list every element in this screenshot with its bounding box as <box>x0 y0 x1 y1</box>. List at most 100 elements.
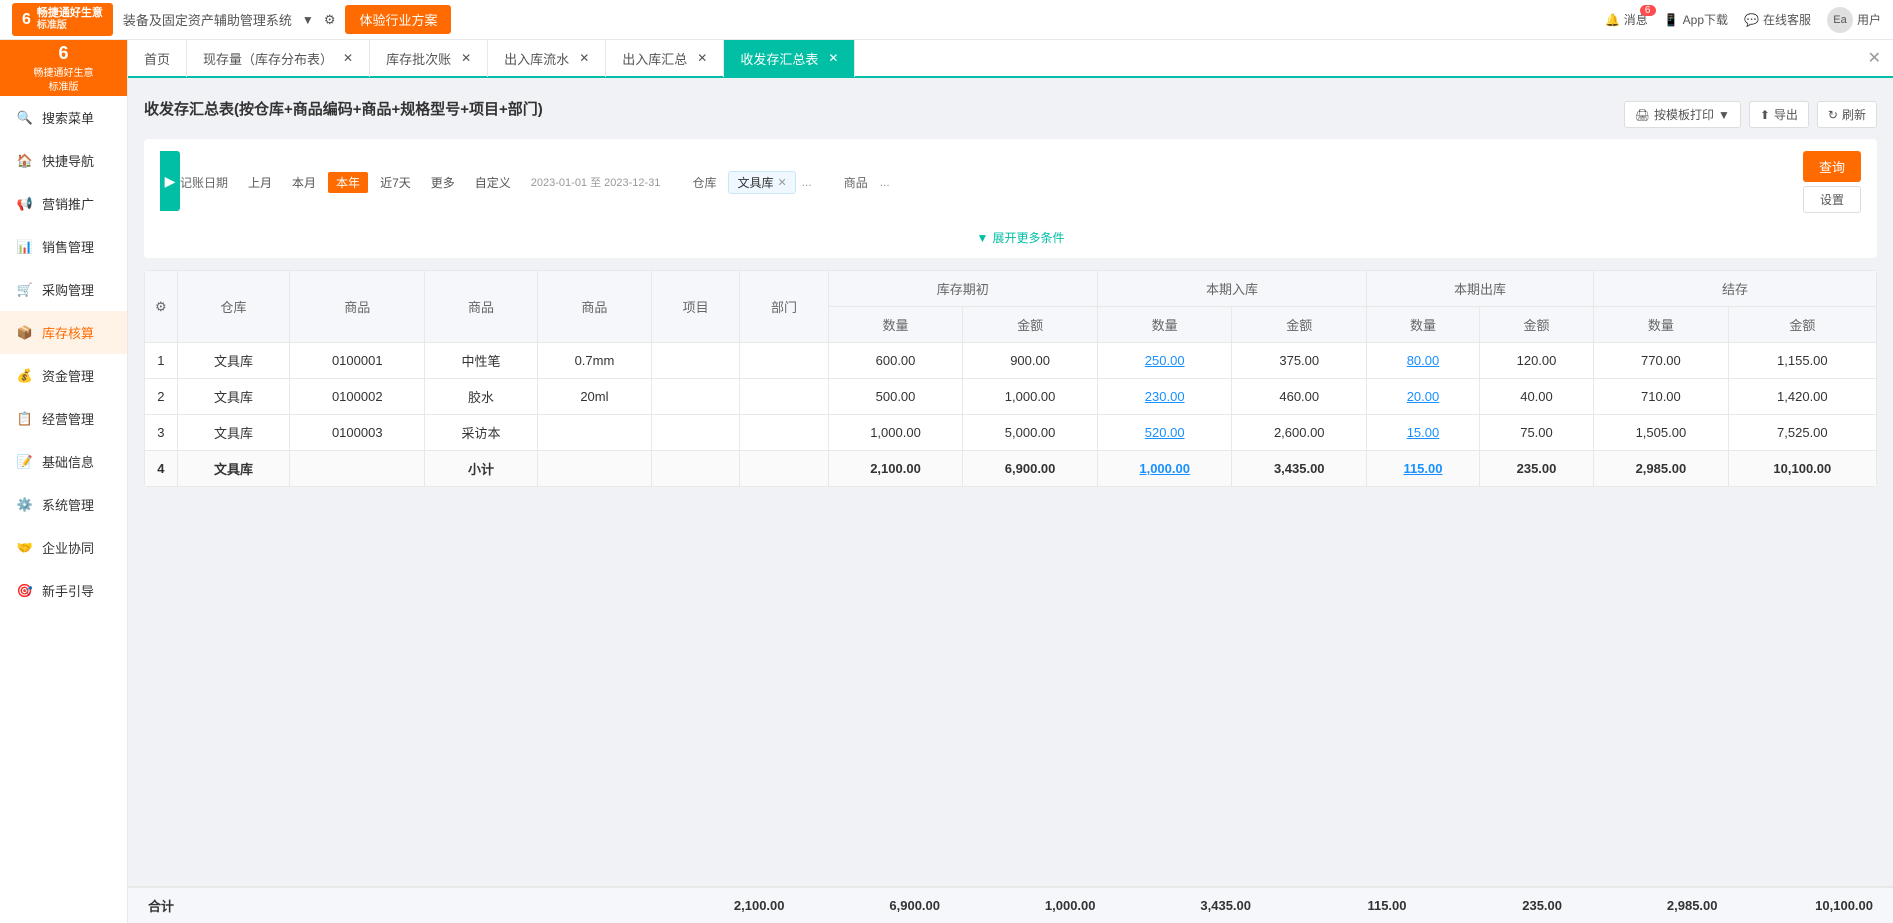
row3-closing-qty: 1,505.00 <box>1594 415 1729 451</box>
row2-out-qty[interactable]: 20.00 <box>1367 379 1480 415</box>
service-icon: 💬 <box>1744 13 1759 27</box>
sidebar-item-search[interactable]: 🔍 搜索菜单 <box>0 96 127 139</box>
tab-inout-flow[interactable]: 出入库流水 ✕ <box>488 40 606 77</box>
experience-btn[interactable]: 体验行业方案 <box>345 5 451 34</box>
notifications[interactable]: 🔔 6 消息 <box>1605 11 1647 28</box>
date-btn-custom[interactable]: 自定义 <box>467 172 519 193</box>
app-download[interactable]: 📱 App下载 <box>1664 11 1728 28</box>
th-closing: 结存 <box>1594 271 1877 307</box>
table-row-subtotal: 4 文具库 小计 2,100.00 6,900.00 1,000.00 <box>145 451 1877 487</box>
date-btn-this-month[interactable]: 本月 <box>284 172 324 193</box>
out-qty-link-2[interactable]: 20.00 <box>1407 389 1440 404</box>
expand-btn[interactable]: ▼ 展开更多条件 <box>977 229 1065 246</box>
sidebar-item-guide[interactable]: 🎯 新手引导 <box>0 569 127 612</box>
in-qty-link-3[interactable]: 520.00 <box>1145 425 1185 440</box>
warehouse-tag-close[interactable]: ✕ <box>777 176 786 189</box>
row2-code: 0100002 <box>290 379 425 415</box>
tab-bar: 首页 现存量（库存分布表） ✕ 库存批次账 ✕ 出入库流水 ✕ 出入库汇总 ✕ <box>128 40 1893 78</box>
total-opening-amt2: 6,900.00 <box>785 898 941 913</box>
row1-opening-amt: 900.00 <box>963 343 1098 379</box>
tab-bar-close-all[interactable]: ✕ <box>1856 48 1893 68</box>
row4-out-qty[interactable]: 115.00 <box>1367 451 1480 487</box>
row3-project <box>652 415 740 451</box>
inventory-icon: 📦 <box>16 325 34 341</box>
warehouse-more-btn[interactable]: ... <box>802 175 812 189</box>
close-tab-inout-summary[interactable]: ✕ <box>697 51 707 65</box>
row1-opening-qty: 600.00 <box>828 343 963 379</box>
query-btn[interactable]: 查询 <box>1803 151 1861 182</box>
sidebar-item-finance[interactable]: 💰 资金管理 <box>0 354 127 397</box>
filter-expand: ▼ 展开更多条件 <box>180 229 1861 246</box>
close-tab-batch[interactable]: ✕ <box>461 51 471 65</box>
sidebar-item-quicknav[interactable]: 🏠 快捷导航 <box>0 139 127 182</box>
refresh-icon: ↻ <box>1828 108 1838 122</box>
sidebar-item-basic-info[interactable]: 📝 基础信息 <box>0 440 127 483</box>
th-opening-amt: 金额 <box>963 307 1098 343</box>
tab-inout-summary[interactable]: 出入库汇总 ✕ <box>606 40 724 77</box>
user-area[interactable]: Ea 用户 <box>1827 7 1881 33</box>
th-closing-amt: 金额 <box>1728 307 1876 343</box>
tab-receipt-summary[interactable]: 收发存汇总表 ✕ <box>724 40 855 77</box>
filter-toggle-arrow[interactable]: ▶ <box>160 151 180 211</box>
collab-icon: 🤝 <box>16 540 34 556</box>
sidebar-item-system[interactable]: ⚙️ 系统管理 <box>0 483 127 526</box>
out-qty-link-3[interactable]: 15.00 <box>1407 425 1440 440</box>
chevron-down-expand-icon: ▼ <box>977 231 989 245</box>
online-service[interactable]: 💬 在线客服 <box>1744 11 1811 28</box>
row1-no: 1 <box>145 343 178 379</box>
export-icon: ⬆ <box>1760 108 1770 122</box>
filter-settings-btn[interactable]: 设置 <box>1803 186 1861 213</box>
print-btn[interactable]: 🖨 按模板打印 ▼ <box>1624 101 1741 128</box>
out-qty-link-4[interactable]: 115.00 <box>1403 461 1442 476</box>
in-qty-link-4[interactable]: 1,000.00 <box>1139 461 1190 476</box>
sidebar-item-marketing[interactable]: 📢 营销推广 <box>0 182 127 225</box>
total-label: 合计 <box>138 896 318 915</box>
notification-count: 6 <box>1640 5 1656 16</box>
row3-in-qty[interactable]: 520.00 <box>1097 415 1232 451</box>
tab-stock-dist[interactable]: 现存量（库存分布表） ✕ <box>187 40 370 77</box>
sidebar-item-purchase[interactable]: 🛒 采购管理 <box>0 268 127 311</box>
in-qty-link-2[interactable]: 230.00 <box>1145 389 1185 404</box>
tab-batch[interactable]: 库存批次账 ✕ <box>370 40 488 77</box>
out-qty-link[interactable]: 80.00 <box>1407 353 1440 368</box>
sidebar-item-inventory[interactable]: 📦 库存核算 <box>0 311 127 354</box>
date-btn-last-month[interactable]: 上月 <box>240 172 280 193</box>
th-settings[interactable]: ⚙ <box>145 271 178 343</box>
in-qty-link[interactable]: 250.00 <box>1145 353 1185 368</box>
row1-warehouse: 文具库 <box>177 343 290 379</box>
sales-icon: 📊 <box>16 239 34 255</box>
row2-opening-qty: 500.00 <box>828 379 963 415</box>
close-tab-stock-dist[interactable]: ✕ <box>343 51 353 65</box>
row2-spec: 20ml <box>537 379 651 415</box>
row4-closing-qty: 2,985.00 <box>1594 451 1729 487</box>
sidebar-item-collab[interactable]: 🤝 企业协同 <box>0 526 127 569</box>
app-title: 畅捷通好生意 <box>37 7 103 20</box>
row2-in-qty[interactable]: 230.00 <box>1097 379 1232 415</box>
settings-btn[interactable]: ⚙ <box>324 12 336 28</box>
th-in-amt: 金额 <box>1232 307 1367 343</box>
row4-in-qty[interactable]: 1,000.00 <box>1097 451 1232 487</box>
tab-home[interactable]: 首页 <box>128 40 187 77</box>
row3-out-qty[interactable]: 15.00 <box>1367 415 1480 451</box>
export-btn[interactable]: ⬆ 导出 <box>1749 101 1809 128</box>
sidebar-item-operations[interactable]: 📋 经营管理 <box>0 397 127 440</box>
row4-warehouse: 文具库 <box>177 451 290 487</box>
app-logo: 6 畅捷通好生意 标准版 <box>12 3 113 36</box>
system-dropdown[interactable]: ▼ <box>302 13 314 27</box>
filter-actions: 查询 设置 <box>1803 151 1861 213</box>
close-tab-inout-flow[interactable]: ✕ <box>579 51 589 65</box>
goods-more-btn[interactable]: ... <box>880 175 890 189</box>
sidebar-item-sales[interactable]: 📊 销售管理 <box>0 225 127 268</box>
date-btn-more[interactable]: 更多 <box>423 172 463 193</box>
row1-out-qty[interactable]: 80.00 <box>1367 343 1480 379</box>
date-btn-7days[interactable]: 近7天 <box>372 172 419 193</box>
total-bar: 合计 2,100.00 6,900.00 1,000.00 3,435.00 1… <box>128 886 1893 923</box>
row4-in-amt: 3,435.00 <box>1232 451 1367 487</box>
data-table: ⚙ 仓库 商品 商品 商品 项目 部门 库存期初 本期入库 本期出库 结存 <box>144 270 1877 487</box>
row1-in-qty[interactable]: 250.00 <box>1097 343 1232 379</box>
refresh-btn[interactable]: ↻ 刷新 <box>1817 101 1877 128</box>
row3-opening-amt: 5,000.00 <box>963 415 1098 451</box>
row1-name: 中性笔 <box>425 343 538 379</box>
close-tab-receipt-summary[interactable]: ✕ <box>828 51 838 65</box>
date-btn-this-year[interactable]: 本年 <box>328 172 368 193</box>
